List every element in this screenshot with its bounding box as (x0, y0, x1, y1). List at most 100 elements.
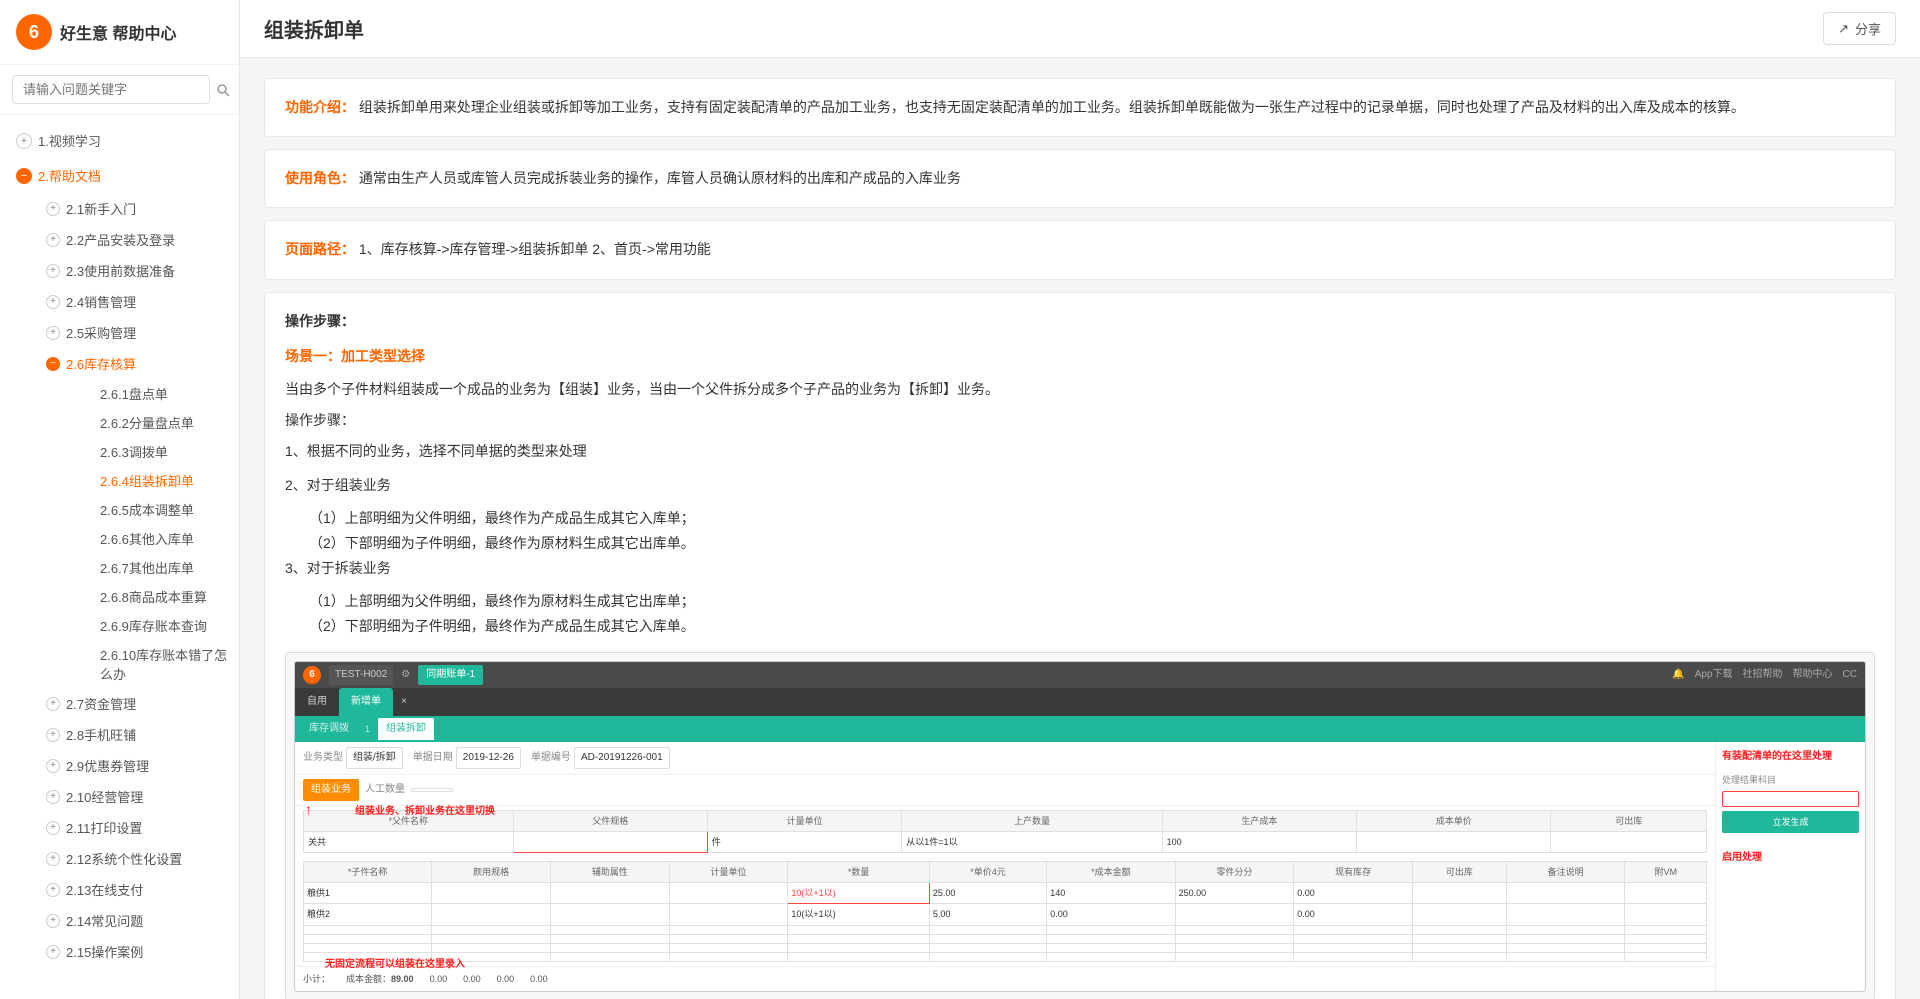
sidebar-item-ledger-fix[interactable]: 2.6.10库存账本错了怎么办 (92, 640, 239, 688)
sidebar-item-coupon[interactable]: + 2.9优惠券管理 (38, 750, 239, 781)
sidebar-item-operation[interactable]: + 2.10经营管理 (38, 781, 239, 812)
upper-table-row-1: 关共 件 从以1件=1以 100 (304, 831, 1707, 852)
sidebar-item-stocktake[interactable]: 2.6.1盘点单 (92, 379, 239, 408)
sidebar-item-cost-recalc[interactable]: 2.6.8商品成本重算 (92, 582, 239, 611)
sidebar-item-videos[interactable]: + 1.视频学习 (0, 123, 239, 158)
sidebar-item-ledger-query[interactable]: 2.6.9库存账本查询 (92, 611, 239, 640)
step3-text: 3、对于拆装业务 (285, 556, 1875, 581)
mock-right-panel: 有装配清单的在这里处理 处理结果科目 立发生成 启用处理 (1715, 742, 1865, 991)
sidebar-item-new-user[interactable]: + 2.1新手入门 (38, 193, 239, 224)
annotation-assembly: 有装配清单的在这里处理 (1722, 748, 1859, 766)
scene1-title: 场景一：加工类型选择 (285, 344, 1875, 369)
sidebar-item-mobile[interactable]: + 2.8手机旺铺 (38, 719, 239, 750)
lower-qty-cell-1: 10(以+1以) (788, 883, 930, 904)
sidebar-item-finance[interactable]: + 2.7资金管理 (38, 688, 239, 719)
mock-date-val: 2019-12-26 (456, 747, 521, 769)
role-card: 使用角色： 通常由生产人员或库管人员完成拆装业务的操作，库管人员确认原材料的出库… (264, 149, 1896, 208)
sidebar-item-purchase[interactable]: + 2.5采购管理 (38, 317, 239, 348)
step2-text: 2、对于组装业务 (285, 473, 1875, 498)
sidebar-item-transfer[interactable]: 2.6.3调拨单 (92, 437, 239, 466)
mock-form-row: 业务类型 组装/拆卸 单据日期 2019-12-26 单据编号 AD-20191… (295, 742, 1715, 775)
lower-table-row-6 (304, 952, 1707, 961)
sidebar-item-cost-adjust[interactable]: 2.6.5成本调整单 (92, 495, 239, 524)
share-button[interactable]: ↗ 分享 (1823, 12, 1896, 45)
mock-type-val: 组装/拆卸 (346, 747, 403, 769)
step2-sub2: （2）下部明细为子件明细，最终作为原材料生成其它出库单。 (285, 531, 1875, 556)
mock-version-icon: ⚙ (401, 666, 410, 684)
nav-list: + 1.视频学习 − 2.帮助文档 + 2.1新手入门 + 2.2产品安装及登录 (0, 115, 239, 975)
share-icon: ↗ (1838, 21, 1849, 37)
mock-upper-table: *父件名称 父件规格 计量单位 上产数量 生产成本 成本单价 可出库 (303, 810, 1707, 853)
sub-nav-docs: + 2.1新手入门 + 2.2产品安装及登录 + 2.3使用前数据准备 + 2.… (0, 193, 239, 967)
logo-text: 好生意 帮助中心 (60, 20, 176, 44)
sidebar: 6 好生意 帮助中心 + 1.视频学习 − 2.帮助文档 + 2. (0, 0, 240, 999)
mock-org-select: TEST-H002 (329, 665, 393, 685)
sidebar-item-partial-stocktake[interactable]: 2.6.2分量盘点单 (92, 408, 239, 437)
sidebar-item-cases[interactable]: + 2.15操作案例 (38, 936, 239, 967)
mock-type-field: 业务类型 组装/拆卸 (303, 747, 403, 769)
logo-icon: 6 (16, 14, 52, 50)
highlight-cell (513, 831, 707, 852)
step2-sub1: （1）上部明细为父件明细，最终作为产成品生成其它入库单； (285, 506, 1875, 531)
mock-form-section: 业务类型 组装/拆卸 单据日期 2019-12-26 单据编号 AD-20191… (295, 742, 1865, 991)
ops-label: 操作步骤： (285, 408, 1875, 433)
sidebar-item-personalize[interactable]: + 2.12系统个性化设置 (38, 843, 239, 874)
sidebar-item-assembly[interactable]: 2.6.4组装拆卸单 (92, 466, 239, 495)
search-button[interactable] (216, 76, 230, 104)
sub-sub-nav-inventory: 2.6.1盘点单 2.6.2分量盘点单 2.6.3调拨单 2.6.4组装拆卸单 … (38, 379, 239, 688)
search-input[interactable] (12, 75, 210, 104)
expand-icon-1: + (16, 133, 32, 149)
step1-text: 1、根据不同的业务，选择不同单据的类型来处理 (285, 439, 1875, 464)
mock-type-selector-row: 组装业务 人工数量 组装业务、拆卸业务在这里切换 ↑ (295, 775, 1715, 806)
page-title: 组装拆卸单 (264, 14, 364, 43)
sidebar-item-inventory[interactable]: − 2.6库存核算 (38, 348, 239, 379)
mock-process-field (1722, 791, 1859, 807)
lower-table-row-2: 粮供2 10(以+1以) 5.00 0.00 (304, 904, 1707, 925)
mock-tab-close: × (393, 688, 415, 716)
mock-app-window: 6 TEST-H002 ⚙ 同期账单-1 🔔 App下载 社招帮助 帮助中心 C… (294, 661, 1866, 992)
lower-table-row-3 (304, 925, 1707, 934)
nav-item-2: − 2.帮助文档 + 2.1新手入门 + 2.2产品安装及登录 + 2.3使用前… (0, 158, 239, 967)
screenshot-container: 6 TEST-H002 ⚙ 同期账单-1 🔔 App下载 社招帮助 帮助中心 C… (285, 652, 1875, 999)
mock-bill-val: AD-20191226-001 (574, 747, 670, 769)
annotation-enable: 启用处理 (1722, 849, 1859, 867)
sidebar-item-docs[interactable]: − 2.帮助文档 (0, 158, 239, 193)
sidebar-item-faq[interactable]: + 2.14常见问题 (38, 905, 239, 936)
mock-tab-new: 新增单 (339, 688, 393, 716)
mock-process-btn: 立发生成 (1722, 811, 1859, 833)
mock-tab-home: 自用 (295, 688, 339, 716)
annotation-freeform: 无固定流程可以组装在这里录入 (325, 956, 465, 974)
path-text: 1、库存核算->库存管理->组装拆卸单 2、首页->常用功能 (359, 241, 711, 257)
role-label: 使用角色： (285, 170, 355, 186)
main-content: 功能介绍： 组装拆卸单用来处理企业组装或拆卸等加工业务，支持有固定装配清单的产品… (240, 58, 1920, 999)
path-card: 页面路径： 1、库存核算->库存管理->组装拆卸单 2、首页->常用功能 (264, 220, 1896, 279)
main-header: 组装拆卸单 ↗ 分享 (240, 0, 1920, 58)
ops-title: 操作步骤： (285, 309, 1875, 334)
sidebar-item-other-out[interactable]: 2.6.7其他出库单 (92, 553, 239, 582)
mock-subtabs: 库存调拨 1 组装拆卸 (295, 716, 1865, 742)
expand-icon-2: − (16, 168, 32, 184)
sidebar-item-payment[interactable]: + 2.13在线支付 (38, 874, 239, 905)
step3-sub2: （2）下部明细为子件明细，最终作为产成品生成其它入库单。 (285, 614, 1875, 639)
mock-form-main: 业务类型 组装/拆卸 单据日期 2019-12-26 单据编号 AD-20191… (295, 742, 1715, 991)
mock-subtab-assembly: 组装拆卸 (378, 718, 434, 740)
sidebar-item-data-prep[interactable]: + 2.3使用前数据准备 (38, 255, 239, 286)
arrow-toggle: ↑ (305, 797, 312, 822)
mock-topbar-links: 🔔 App下载 社招帮助 帮助中心 CC (1672, 666, 1857, 684)
mock-lower-table-container: *子件名称 颜用规格 辅助属性 计量单位 *数量 *单价4元 *成本金额 零件分… (295, 857, 1715, 966)
mock-assembly-toggle: 组装业务 人工数量 (303, 779, 1707, 801)
scene1-section: 场景一：加工类型选择 当由多个子件材料组装成一个成品的业务为【组装】业务，当由一… (285, 344, 1875, 640)
path-label: 页面路径： (285, 241, 355, 257)
intro-text: 组装拆卸单用来处理企业组装或拆卸等加工业务，支持有固定装配清单的产品加工业务，也… (359, 99, 1745, 115)
sidebar-item-print[interactable]: + 2.11打印设置 (38, 812, 239, 843)
mock-subtab-num: 1 (359, 719, 376, 739)
mock-app-topbar: 6 TEST-H002 ⚙ 同期账单-1 🔔 App下载 社招帮助 帮助中心 C… (295, 662, 1865, 688)
mock-nav-tabs: 自用 新增单 × (295, 688, 1865, 716)
mock-bottom-totals: 小计： 成本金额：89.00 0.00 0.00 0.00 0.00 (295, 966, 1715, 991)
sidebar-item-sales[interactable]: + 2.4销售管理 (38, 286, 239, 317)
annotation-toggle: 组装业务、拆卸业务在这里切换 (355, 803, 495, 821)
sidebar-item-other-in[interactable]: 2.6.6其他入库单 (92, 524, 239, 553)
sidebar-item-install[interactable]: + 2.2产品安装及登录 (38, 224, 239, 255)
mock-subtab-transfer: 库存调拨 (301, 718, 357, 740)
search-box (0, 65, 239, 115)
